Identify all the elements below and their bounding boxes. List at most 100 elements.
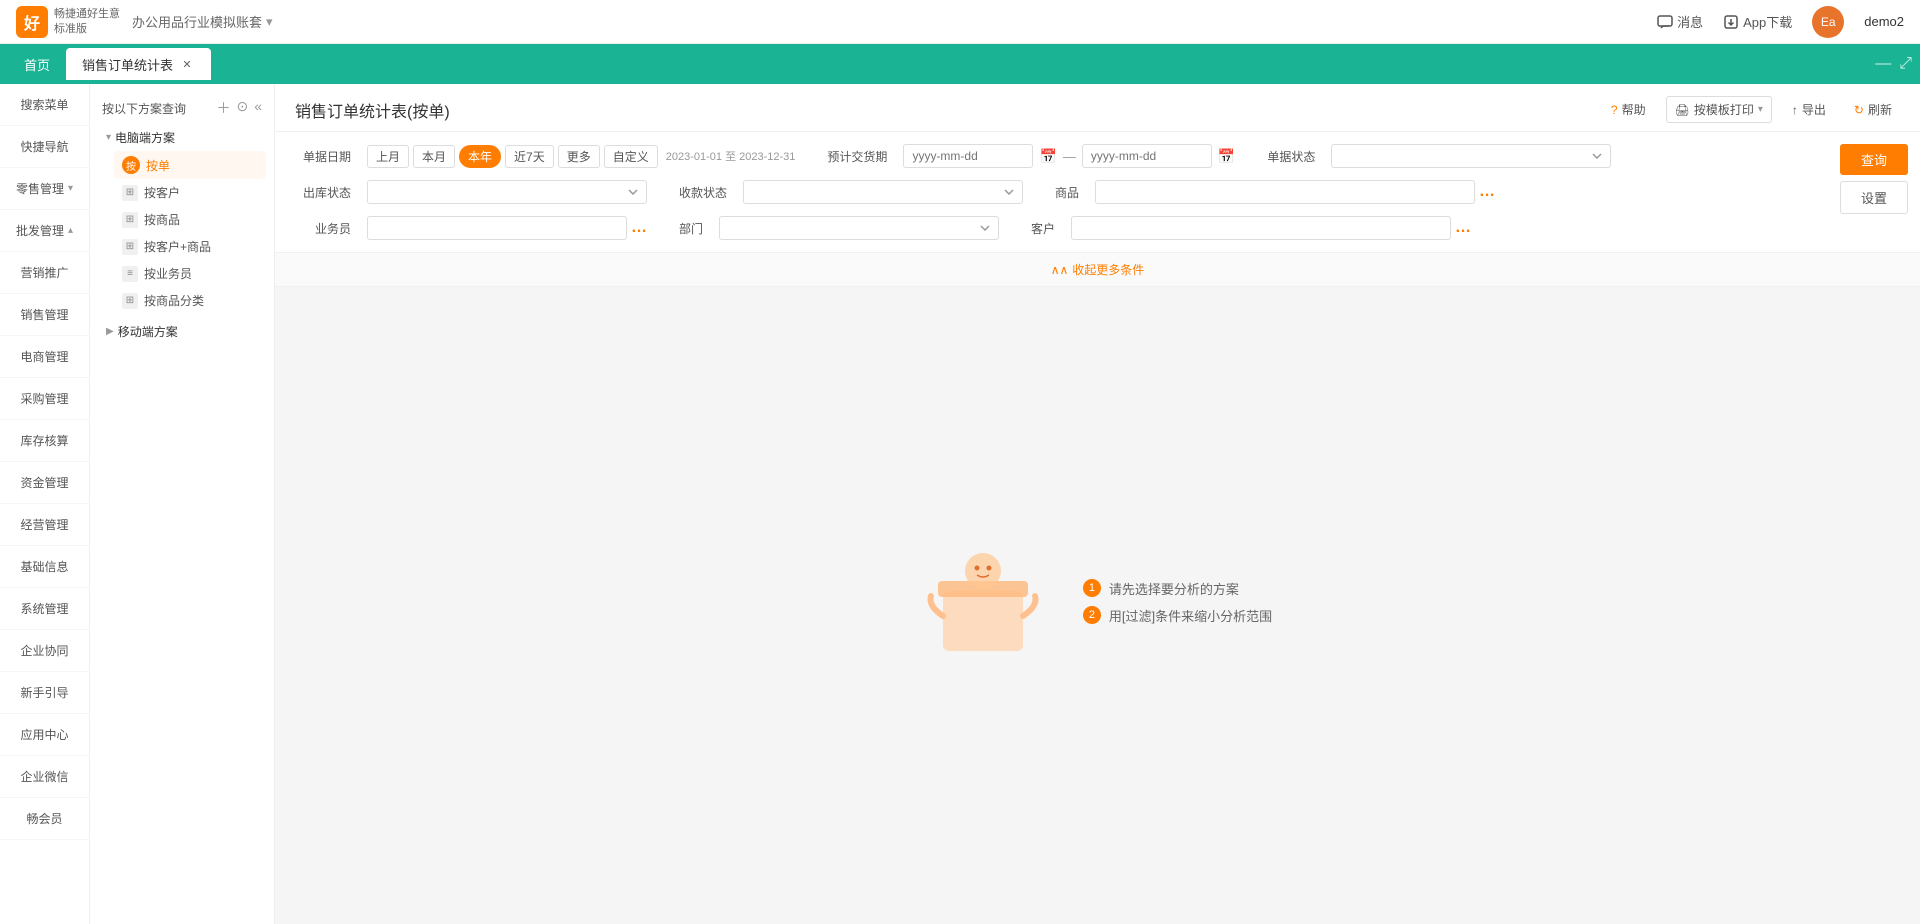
grid3-icon: ⊞ [122, 239, 138, 255]
grid4-icon: ⊞ [122, 293, 138, 309]
sidebar-item-wholesale-mgmt[interactable]: 批发管理 ▴ [0, 210, 89, 252]
out-status-select[interactable] [367, 180, 647, 204]
message-button[interactable]: 消息 [1657, 12, 1703, 31]
tree-section: ▾ 电脑端方案 按 按单 ⊞ 按客户 ⊞ 按商品 ⊞ [90, 124, 274, 345]
empty-svg [923, 551, 1043, 661]
date-range-text: 2023-01-01 至 2023-12-31 [666, 148, 796, 164]
refresh-icon: ↻ [1854, 103, 1864, 117]
tree-item-by-bill[interactable]: 按 按单 [114, 151, 266, 179]
print-dropdown-icon: ▾ [1758, 104, 1763, 115]
sidebar-item-business-mgmt[interactable]: 经营管理 [0, 504, 89, 546]
expected-date-label: 预计交货期 [827, 148, 887, 165]
filter-query-btns: 查询 设置 [1840, 144, 1908, 214]
print-button[interactable]: 🖨 按模板打印 ▾ [1666, 96, 1772, 123]
collapse-panel-icon[interactable]: « [254, 98, 262, 118]
filter-rows-wrap: 单据日期 上月 本月 本年 近7天 更多 自定义 2023-01-01 至 20… [275, 132, 1920, 252]
tree-pc-solutions[interactable]: ▾ 电脑端方案 [98, 124, 266, 151]
tree-item-by-product[interactable]: ⊞ 按商品 [114, 206, 266, 233]
dept-wrap [719, 216, 999, 240]
tree-mobile-solutions[interactable]: ▶ 移动端方案 [98, 318, 266, 345]
tab-sales-order-stat[interactable]: 销售订单统计表 ✕ [66, 48, 211, 80]
date-label: 单据日期 [295, 148, 351, 165]
top-bar-left: 好 畅捷通好生意 标准版 办公用品行业模拟账套 ▾ [16, 6, 273, 38]
page-title: 销售订单统计表(按单) [295, 98, 450, 122]
shortcut-last-month[interactable]: 上月 [367, 145, 409, 168]
sidebar-item-inventory[interactable]: 库存核算 [0, 420, 89, 462]
sidebar-item-member[interactable]: 畅会员 [0, 798, 89, 840]
salesman-more-icon[interactable]: … [631, 219, 647, 237]
shortcut-custom[interactable]: 自定义 [604, 145, 658, 168]
cal-end-icon[interactable]: 📅 [1218, 148, 1235, 165]
logo-text: 畅捷通好生意 标准版 [54, 7, 120, 36]
shortcut-last-7days[interactable]: 近7天 [505, 145, 554, 168]
goods-wrap: … [1095, 180, 1840, 204]
tab-maximize-icon[interactable]: ⤢ [1899, 55, 1912, 73]
goods-input[interactable] [1095, 180, 1475, 204]
app-download-button[interactable]: App下载 [1723, 12, 1792, 31]
refresh-button[interactable]: ↻ 刷新 [1846, 97, 1900, 122]
sidebar-item-new-guide[interactable]: 新手引导 [0, 672, 89, 714]
export-icon: ↑ [1792, 103, 1798, 117]
filter-row-2: 出库状态 收款状态 商品 … [295, 180, 1840, 204]
filter-row-1: 单据日期 上月 本月 本年 近7天 更多 自定义 2023-01-01 至 20… [295, 144, 1840, 168]
shortcut-this-month[interactable]: 本月 [413, 145, 455, 168]
export-button[interactable]: ↑ 导出 [1784, 97, 1834, 122]
app-download-icon [1723, 14, 1739, 30]
sidebar-item-finance-mgmt[interactable]: 资金管理 [0, 462, 89, 504]
sidebar-item-search-menu[interactable]: 搜索菜单 [0, 84, 89, 126]
logo-area: 好 畅捷通好生意 标准版 [16, 6, 120, 38]
sidebar-item-system-mgmt[interactable]: 系统管理 [0, 588, 89, 630]
bill-status-label: 单据状态 [1267, 148, 1315, 165]
circle-icon: 按 [122, 156, 140, 174]
tree-children: 按 按单 ⊞ 按客户 ⊞ 按商品 ⊞ 按客户+商品 ≡ 按业务员 [98, 151, 266, 314]
salesman-input[interactable] [367, 216, 627, 240]
customer-more-icon[interactable]: … [1455, 219, 1471, 237]
sidebar-item-purchase-mgmt[interactable]: 采购管理 [0, 378, 89, 420]
dept-select[interactable] [719, 216, 999, 240]
sidebar-item-marketing[interactable]: 营销推广 [0, 252, 89, 294]
settings-button[interactable]: 设置 [1840, 181, 1908, 214]
add-scheme-icon[interactable]: ＋ [216, 98, 230, 118]
avatar[interactable]: Ea [1812, 6, 1844, 38]
print-icon: 🖨 [1675, 103, 1690, 117]
goods-more-icon[interactable]: … [1479, 183, 1495, 201]
expected-date-end[interactable] [1082, 144, 1212, 168]
tree-item-by-customer[interactable]: ⊞ 按客户 [114, 179, 266, 206]
tree-item-by-customer-product[interactable]: ⊞ 按客户+商品 [114, 233, 266, 260]
customer-input[interactable] [1071, 216, 1451, 240]
empty-content: 1 请先选择要分析的方案 2 用[过滤]条件来缩小分析范围 [923, 551, 1272, 661]
breadcrumb-dropdown-icon[interactable]: ▾ [266, 14, 273, 30]
collect-status-label: 收款状态 [679, 184, 727, 201]
sidebar-item-sales-mgmt[interactable]: 销售管理 [0, 294, 89, 336]
out-status-wrap [367, 180, 647, 204]
shortcut-this-year[interactable]: 本年 [459, 145, 501, 168]
sidebar-item-app-center[interactable]: 应用中心 [0, 714, 89, 756]
sidebar-item-retail-mgmt[interactable]: 零售管理 ▾ [0, 168, 89, 210]
grid-icon: ⊞ [122, 185, 138, 201]
logo-icon: 好 [16, 6, 48, 38]
user-name: demo2 [1864, 14, 1904, 29]
tab-home[interactable]: 首页 [8, 48, 66, 80]
sidebar-item-basic-info[interactable]: 基础信息 [0, 546, 89, 588]
tab-close-icon[interactable]: ✕ [179, 56, 195, 72]
sidebar-item-enterprise-collab[interactable]: 企业协同 [0, 630, 89, 672]
settings-scheme-icon[interactable]: ⊙ [236, 98, 248, 118]
expected-date-start[interactable] [903, 144, 1033, 168]
tree-item-by-product-category[interactable]: ⊞ 按商品分类 [114, 287, 266, 314]
query-button[interactable]: 查询 [1840, 144, 1908, 175]
empty-hint-1: 1 请先选择要分析的方案 [1083, 579, 1272, 598]
bill-status-select[interactable] [1331, 144, 1611, 168]
collect-status-select[interactable] [743, 180, 1023, 204]
bill-status-wrap [1331, 144, 1840, 168]
help-button[interactable]: ? 帮助 [1603, 97, 1654, 122]
date-shortcuts: 上月 本月 本年 近7天 更多 自定义 [367, 145, 658, 168]
sidebar-item-ecommerce-mgmt[interactable]: 电商管理 [0, 336, 89, 378]
tab-minimize-icon[interactable]: — [1875, 55, 1891, 73]
cal-start-icon[interactable]: 📅 [1039, 148, 1056, 165]
sidebar-item-quick-nav[interactable]: 快捷导航 [0, 126, 89, 168]
sidebar-item-enterprise-wechat[interactable]: 企业微信 [0, 756, 89, 798]
shortcut-more[interactable]: 更多 [558, 145, 600, 168]
page-header: 销售订单统计表(按单) ? 帮助 🖨 按模板打印 ▾ ↑ 导出 ↻ 刷新 [275, 84, 1920, 132]
tree-item-by-salesman[interactable]: ≡ 按业务员 [114, 260, 266, 287]
collapse-bar[interactable]: ∧∧ 收起更多条件 [275, 252, 1920, 287]
